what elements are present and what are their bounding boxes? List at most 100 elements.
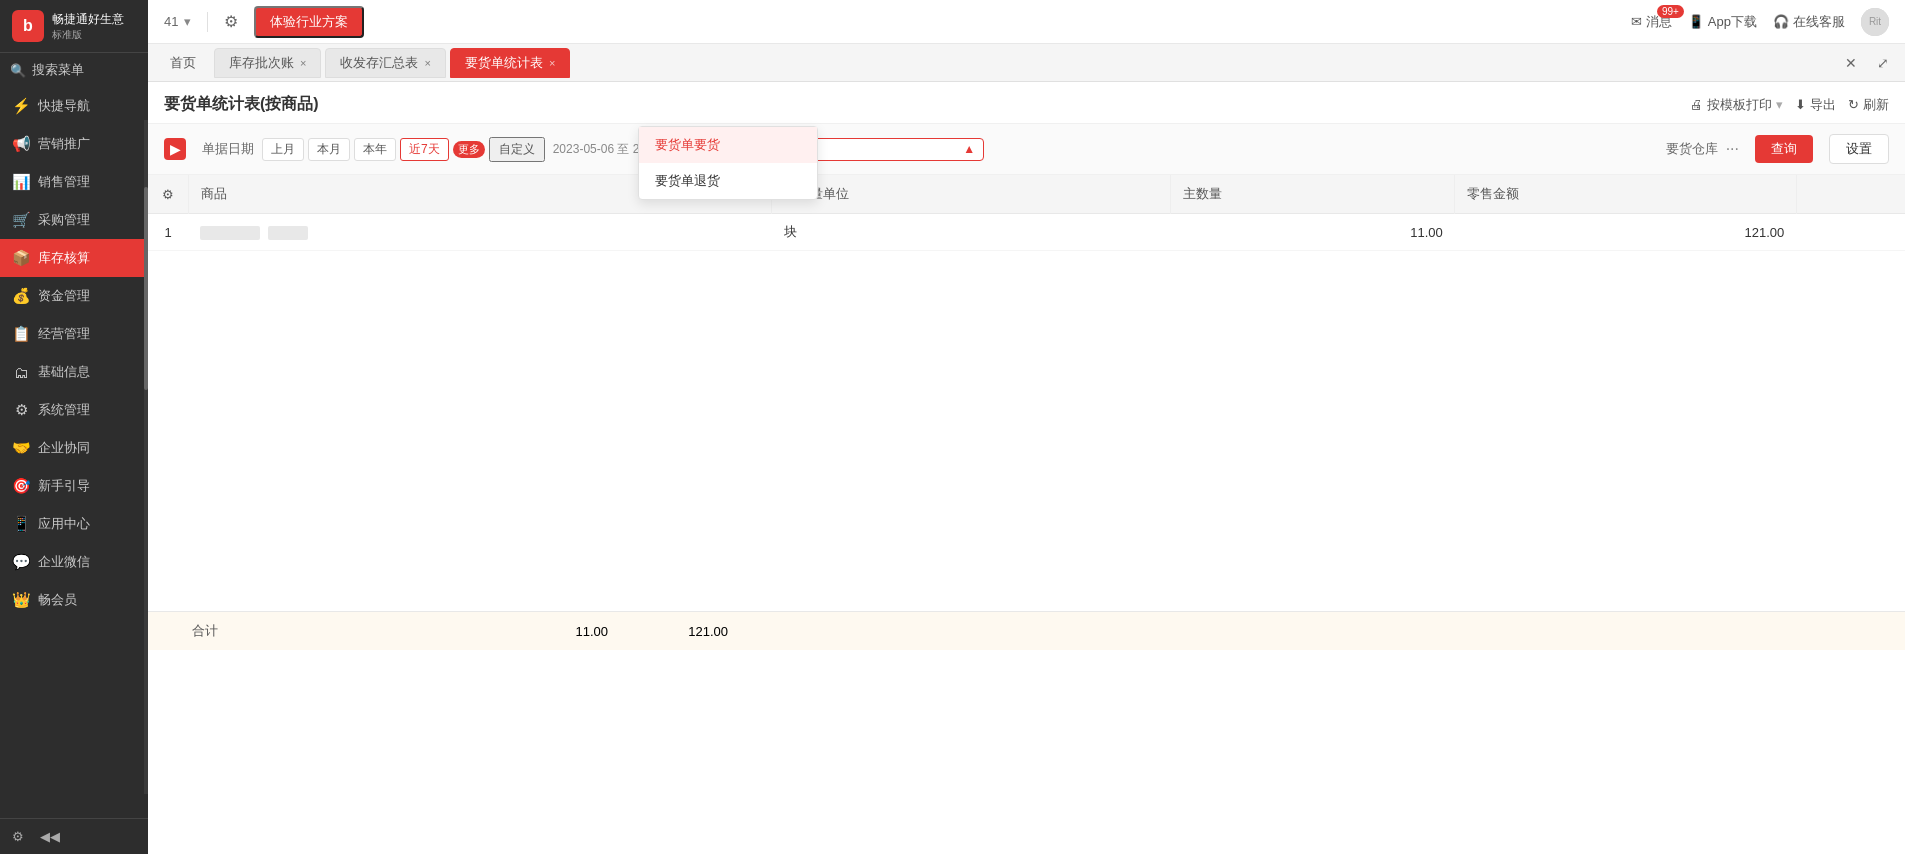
date-btn-7days[interactable]: 近7天 bbox=[400, 138, 449, 161]
td-product bbox=[188, 214, 772, 251]
tab-inventory-batch[interactable]: 库存批次账 × bbox=[214, 48, 321, 78]
tabbar: 首页 库存批次账 × 收发存汇总表 × 要货单统计表 × ✕ ⤢ bbox=[148, 44, 1905, 82]
sidebar-bottom: ⚙ ◀◀ bbox=[0, 818, 148, 854]
th-unit: 主计量单位 bbox=[772, 175, 1171, 214]
sidebar-item-guide[interactable]: 🎯 新手引导 bbox=[0, 467, 148, 505]
trial-button[interactable]: 体验行业方案 bbox=[254, 6, 364, 38]
table-footer: 合计 11.00 121.00 bbox=[148, 611, 1905, 650]
td-extra bbox=[1796, 214, 1905, 251]
service-icon: 🎧 bbox=[1773, 14, 1789, 29]
sidebar-scroll-thumb bbox=[144, 187, 148, 389]
topbar: 41 ▾ ⚙ 体验行业方案 ✉ 消息 99+ 📱 App下载 🎧 在线客服 Ri… bbox=[148, 0, 1905, 44]
sidebar-item-inventory[interactable]: 📦 库存核算 bbox=[0, 239, 148, 277]
dropdown-item-order-goods[interactable]: 要货单要货 bbox=[639, 127, 817, 163]
app-logo-icon: b bbox=[12, 10, 44, 42]
sales-icon: 📊 bbox=[12, 173, 30, 191]
content-spacer bbox=[148, 251, 1905, 611]
date-more-badge[interactable]: 更多 bbox=[453, 141, 485, 158]
data-table: ⚙ 商品 主计量单位 主数量 零售金额 1 bbox=[148, 175, 1905, 251]
message-button[interactable]: ✉ 消息 99+ bbox=[1631, 13, 1672, 31]
chevron-down-icon: ▾ bbox=[184, 14, 191, 29]
dropdown-item-order-return[interactable]: 要货单退货 bbox=[639, 163, 817, 199]
warehouse-filter-group: 要货仓库 ··· bbox=[1666, 140, 1739, 158]
query-button[interactable]: 查询 bbox=[1755, 135, 1813, 163]
page-title: 要货单统计表(按商品) bbox=[164, 94, 319, 115]
tab-order-summary[interactable]: 要货单统计表 × bbox=[450, 48, 570, 78]
tab-close-inventory-batch[interactable]: × bbox=[300, 57, 306, 69]
th-amount: 零售金额 bbox=[1455, 175, 1797, 214]
td-unit: 块 bbox=[772, 214, 1171, 251]
refresh-button[interactable]: ↻ 刷新 bbox=[1848, 96, 1889, 114]
page-inner: 要货单统计表(按商品) 🖨 按模板打印 ▾ ⬇ 导出 ↻ 刷新 bbox=[148, 82, 1905, 854]
tab-close-order-summary[interactable]: × bbox=[549, 57, 555, 69]
export-icon: ⬇ bbox=[1795, 97, 1806, 112]
td-qty: 11.00 bbox=[1171, 214, 1455, 251]
user-avatar[interactable]: Rit bbox=[1861, 8, 1889, 36]
date-btn-this-year[interactable]: 本年 bbox=[354, 138, 396, 161]
topbar-company[interactable]: 41 ▾ bbox=[164, 14, 191, 29]
date-btn-last-month[interactable]: 上月 bbox=[262, 138, 304, 161]
main-content: 41 ▾ ⚙ 体验行业方案 ✉ 消息 99+ 📱 App下载 🎧 在线客服 Ri… bbox=[148, 0, 1905, 854]
search-icon: 🔍 bbox=[10, 63, 26, 78]
th-settings[interactable]: ⚙ bbox=[148, 175, 188, 214]
sidebar-settings-btn[interactable]: ⚙ bbox=[12, 829, 24, 844]
tab-home[interactable]: 首页 bbox=[156, 48, 210, 78]
sidebar-item-enterprise[interactable]: 🤝 企业协同 bbox=[0, 429, 148, 467]
th-qty: 主数量 bbox=[1171, 175, 1455, 214]
enterprise-icon: 🤝 bbox=[12, 439, 30, 457]
sidebar-item-finance[interactable]: 💰 资金管理 bbox=[0, 277, 148, 315]
vip-icon: 👑 bbox=[12, 591, 30, 609]
message-icon: ✉ bbox=[1631, 14, 1642, 29]
type-dropdown-arrow[interactable]: ▲ bbox=[963, 142, 975, 156]
footer-label: 合计 bbox=[192, 622, 392, 640]
sidebar-collapse-btn[interactable]: ◀◀ bbox=[40, 829, 60, 844]
date-filter-group: 单据日期 上月 本月 本年 近7天 更多 自定义 2023-05-06 至 20… bbox=[202, 137, 694, 162]
topbar-settings-icon[interactable]: ⚙ bbox=[224, 12, 238, 31]
sidebar-item-wechat[interactable]: 💬 企业微信 bbox=[0, 543, 148, 581]
sidebar-item-basic-info[interactable]: 🗂 基础信息 bbox=[0, 353, 148, 391]
sidebar-scrollbar bbox=[144, 120, 148, 794]
print-icon: 🖨 bbox=[1690, 97, 1703, 112]
guide-icon: 🎯 bbox=[12, 477, 30, 495]
tabbar-expand-btn[interactable]: ⤢ bbox=[1869, 49, 1897, 77]
type-filter-group: 单据类型 ▲ bbox=[710, 138, 1650, 161]
warehouse-more-btn[interactable]: ··· bbox=[1726, 140, 1739, 158]
date-btn-this-month[interactable]: 本月 bbox=[308, 138, 350, 161]
type-dropdown-menu: 要货单要货 要货单退货 bbox=[638, 126, 818, 200]
filter-settings-button[interactable]: 设置 bbox=[1829, 134, 1889, 164]
sidebar-item-app-center[interactable]: 📱 应用中心 bbox=[0, 505, 148, 543]
sidebar-item-vip[interactable]: 👑 畅会员 bbox=[0, 581, 148, 619]
sidebar-item-purchase[interactable]: 🛒 采购管理 bbox=[0, 201, 148, 239]
wechat-icon: 💬 bbox=[12, 553, 30, 571]
sidebar-item-quick-nav[interactable]: ⚡ 快捷导航 bbox=[0, 87, 148, 125]
inventory-icon: 📦 bbox=[12, 249, 30, 267]
print-button[interactable]: 🖨 按模板打印 ▾ bbox=[1690, 96, 1783, 114]
tab-close-receive-summary[interactable]: × bbox=[424, 57, 430, 69]
table-row: 1 块 11.00 121.00 bbox=[148, 214, 1905, 251]
topbar-right: ✉ 消息 99+ 📱 App下载 🎧 在线客服 Rit bbox=[1631, 8, 1889, 36]
product-placeholder2 bbox=[268, 226, 308, 240]
filter-expand-btn[interactable]: ▶ bbox=[164, 138, 186, 160]
refresh-icon: ↻ bbox=[1848, 97, 1859, 112]
sidebar-item-operations[interactable]: 📋 经营管理 bbox=[0, 315, 148, 353]
app-download-button[interactable]: 📱 App下载 bbox=[1688, 13, 1757, 31]
sidebar-search[interactable]: 🔍 搜索菜单 bbox=[0, 53, 148, 87]
online-service-button[interactable]: 🎧 在线客服 bbox=[1773, 13, 1845, 31]
date-filter-buttons: 上月 本月 本年 近7天 更多 自定义 bbox=[262, 137, 545, 162]
app-center-icon: 📱 bbox=[12, 515, 30, 533]
td-amount: 121.00 bbox=[1455, 214, 1797, 251]
purchase-icon: 🛒 bbox=[12, 211, 30, 229]
footer-qty: 11.00 bbox=[512, 624, 632, 639]
download-icon: 📱 bbox=[1688, 14, 1704, 29]
sidebar: b 畅捷通好生意 标准版 🔍 搜索菜单 ⚡ 快捷导航 📢 营销推广 📊 销售管理… bbox=[0, 0, 148, 854]
date-btn-custom[interactable]: 自定义 bbox=[489, 137, 545, 162]
tabbar-close-btn[interactable]: ✕ bbox=[1837, 49, 1865, 77]
page-header: 要货单统计表(按商品) 🖨 按模板打印 ▾ ⬇ 导出 ↻ 刷新 bbox=[148, 82, 1905, 124]
sidebar-item-sales[interactable]: 📊 销售管理 bbox=[0, 163, 148, 201]
finance-icon: 💰 bbox=[12, 287, 30, 305]
export-button[interactable]: ⬇ 导出 bbox=[1795, 96, 1836, 114]
sidebar-item-marketing[interactable]: 📢 营销推广 bbox=[0, 125, 148, 163]
tab-receive-summary[interactable]: 收发存汇总表 × bbox=[325, 48, 445, 78]
sidebar-item-system[interactable]: ⚙ 系统管理 bbox=[0, 391, 148, 429]
product-placeholder bbox=[200, 226, 260, 240]
